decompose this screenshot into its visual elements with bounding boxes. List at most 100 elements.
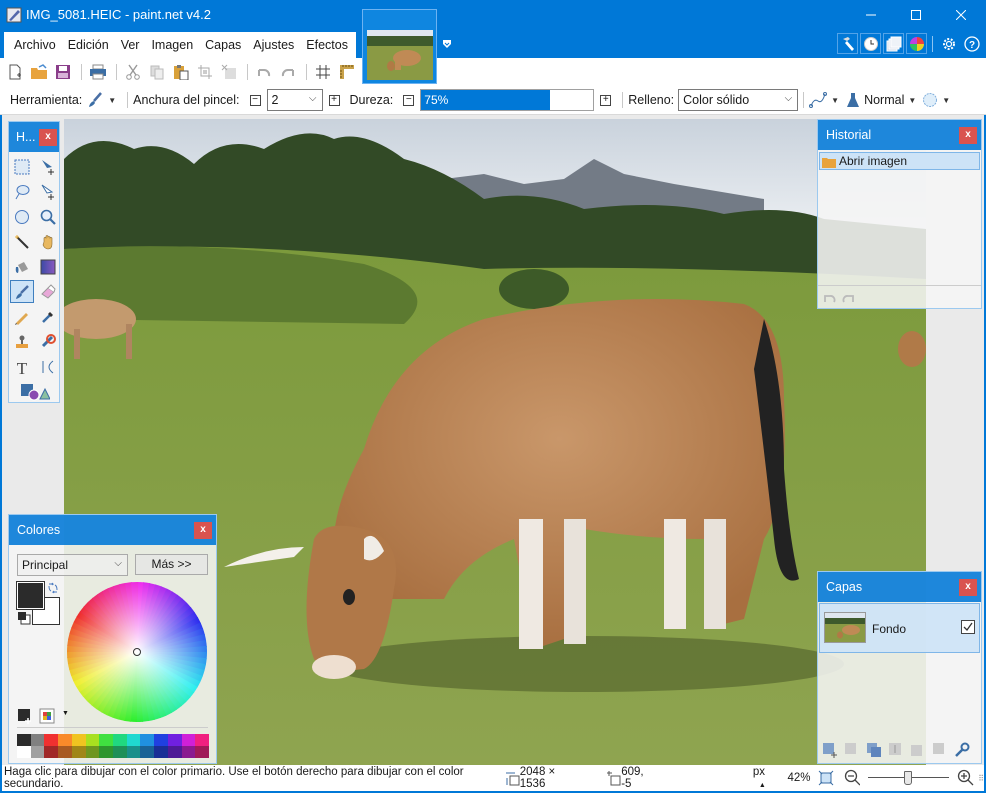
- palette-swatch[interactable]: [167, 746, 182, 758]
- layers-panel-header[interactable]: Capas x: [818, 572, 981, 602]
- palette-swatch[interactable]: [30, 734, 45, 746]
- tool-pencil[interactable]: [10, 305, 34, 328]
- redo-icon[interactable]: [842, 291, 856, 305]
- paste-button[interactable]: [170, 61, 192, 83]
- add-color-icon[interactable]: [17, 708, 33, 724]
- minimize-button[interactable]: [848, 0, 894, 30]
- palette-swatch[interactable]: [44, 746, 59, 758]
- palette-swatch[interactable]: [85, 734, 100, 746]
- palette-swatch[interactable]: [99, 746, 113, 758]
- units-selector[interactable]: px ▲: [753, 766, 780, 790]
- menu-ajustes[interactable]: Ajustes: [249, 38, 302, 52]
- layer-item[interactable]: Fondo: [819, 603, 980, 653]
- selection-mode-selector[interactable]: ▼: [922, 92, 956, 108]
- palette-swatch[interactable]: [154, 746, 168, 758]
- decrease-brush-width-button[interactable]: −: [249, 94, 261, 106]
- toggle-rulers-button[interactable]: [336, 61, 358, 83]
- palette-swatch[interactable]: [58, 734, 72, 746]
- palette-swatch[interactable]: [195, 746, 209, 758]
- palette-icon[interactable]: [39, 708, 55, 724]
- crop-to-selection-button[interactable]: [194, 61, 216, 83]
- tool-lasso-select[interactable]: [10, 180, 34, 203]
- palette-swatch[interactable]: [113, 734, 127, 746]
- copy-button[interactable]: [146, 61, 168, 83]
- antialiasing-selector[interactable]: ▼: [809, 92, 845, 108]
- palette-menu-chevron-icon[interactable]: ▼: [62, 710, 69, 717]
- tool-paintbrush[interactable]: [10, 280, 34, 303]
- zoom-slider[interactable]: [868, 770, 950, 786]
- tabs-overflow-icon[interactable]: [442, 39, 452, 52]
- zoom-out-icon[interactable]: [844, 769, 861, 787]
- fill-select[interactable]: Color sólido ⌵: [678, 89, 799, 111]
- increase-brush-width-button[interactable]: +: [328, 94, 340, 106]
- toggle-grid-button[interactable]: [312, 61, 334, 83]
- menu-edicion[interactable]: Edición: [64, 38, 117, 52]
- decrease-hardness-button[interactable]: −: [403, 94, 415, 106]
- palette-swatch[interactable]: [140, 734, 155, 746]
- color-mode-select[interactable]: Principal ⌵: [17, 554, 128, 576]
- toggle-tools-button[interactable]: [837, 33, 858, 54]
- tool-rectangle-select[interactable]: [10, 155, 34, 178]
- history-item[interactable]: Abrir imagen: [819, 152, 980, 170]
- swap-colors-icon[interactable]: [47, 582, 59, 594]
- delete-layer-icon[interactable]: [844, 742, 860, 758]
- tool-move-selection[interactable]: [36, 180, 60, 203]
- palette-swatch[interactable]: [126, 746, 141, 758]
- zoom-to-window-icon[interactable]: [818, 770, 834, 786]
- palette-swatch[interactable]: [71, 734, 86, 746]
- increase-hardness-button[interactable]: +: [600, 94, 612, 106]
- menu-archivo[interactable]: Archivo: [10, 38, 64, 52]
- tool-shapes[interactable]: [10, 380, 60, 403]
- tool-magic-wand[interactable]: [10, 230, 34, 253]
- menu-efectos[interactable]: Efectos: [302, 38, 356, 52]
- zoom-in-icon[interactable]: [957, 769, 974, 787]
- palette-swatch[interactable]: [140, 746, 155, 758]
- duplicate-layer-icon[interactable]: [866, 742, 882, 758]
- history-panel-header[interactable]: Historial x: [818, 120, 981, 150]
- color-wheel[interactable]: [65, 580, 209, 724]
- toggle-layers-button[interactable]: [883, 33, 904, 54]
- palette-swatch[interactable]: [17, 734, 31, 746]
- palette-swatch[interactable]: [181, 734, 196, 746]
- settings-button[interactable]: [938, 33, 959, 54]
- redo-button[interactable]: [277, 61, 299, 83]
- tool-gradient[interactable]: [36, 255, 60, 278]
- zoom-slider-thumb[interactable]: [904, 771, 913, 785]
- palette-swatch[interactable]: [58, 746, 72, 758]
- history-panel-close-button[interactable]: x: [959, 127, 977, 144]
- palette-swatch[interactable]: [113, 746, 127, 758]
- open-document-tab[interactable]: [362, 9, 437, 84]
- toggle-history-button[interactable]: [860, 33, 881, 54]
- palette-swatch[interactable]: [154, 734, 168, 746]
- hardness-slider[interactable]: 75%: [420, 89, 595, 111]
- colors-panel-header[interactable]: Colores x: [9, 515, 216, 545]
- tool-paint-bucket[interactable]: [10, 255, 34, 278]
- colors-panel-close-button[interactable]: x: [194, 522, 212, 539]
- brush-width-field[interactable]: 2 ⌵: [266, 89, 323, 111]
- print-button[interactable]: [87, 61, 109, 83]
- tool-line-curve[interactable]: [36, 355, 60, 378]
- menu-ver[interactable]: Ver: [117, 38, 148, 52]
- palette-swatch[interactable]: [195, 734, 209, 746]
- palette-swatch[interactable]: [181, 746, 196, 758]
- menu-capas[interactable]: Capas: [201, 38, 249, 52]
- move-layer-down-icon[interactable]: [932, 742, 948, 758]
- cut-button[interactable]: [122, 61, 144, 83]
- tool-color-picker[interactable]: [36, 305, 60, 328]
- maximize-button[interactable]: [893, 0, 939, 30]
- toggle-colors-button[interactable]: [906, 33, 927, 54]
- blend-mode-selector[interactable]: Normal ▼: [845, 92, 922, 108]
- merge-layer-down-icon[interactable]: [888, 742, 904, 758]
- reset-colors-icon[interactable]: [17, 611, 31, 625]
- tool-clone-stamp[interactable]: [10, 330, 34, 353]
- palette-swatch[interactable]: [30, 746, 45, 758]
- help-button[interactable]: ?: [961, 33, 982, 54]
- tool-move-selected-pixels[interactable]: [36, 155, 60, 178]
- tool-recolor[interactable]: [36, 330, 60, 353]
- tool-eraser[interactable]: [36, 280, 60, 303]
- layers-panel-close-button[interactable]: x: [959, 579, 977, 596]
- tool-zoom[interactable]: [36, 205, 60, 228]
- palette-swatch[interactable]: [85, 746, 100, 758]
- new-image-button[interactable]: [4, 61, 26, 83]
- palette-swatch[interactable]: [44, 734, 59, 746]
